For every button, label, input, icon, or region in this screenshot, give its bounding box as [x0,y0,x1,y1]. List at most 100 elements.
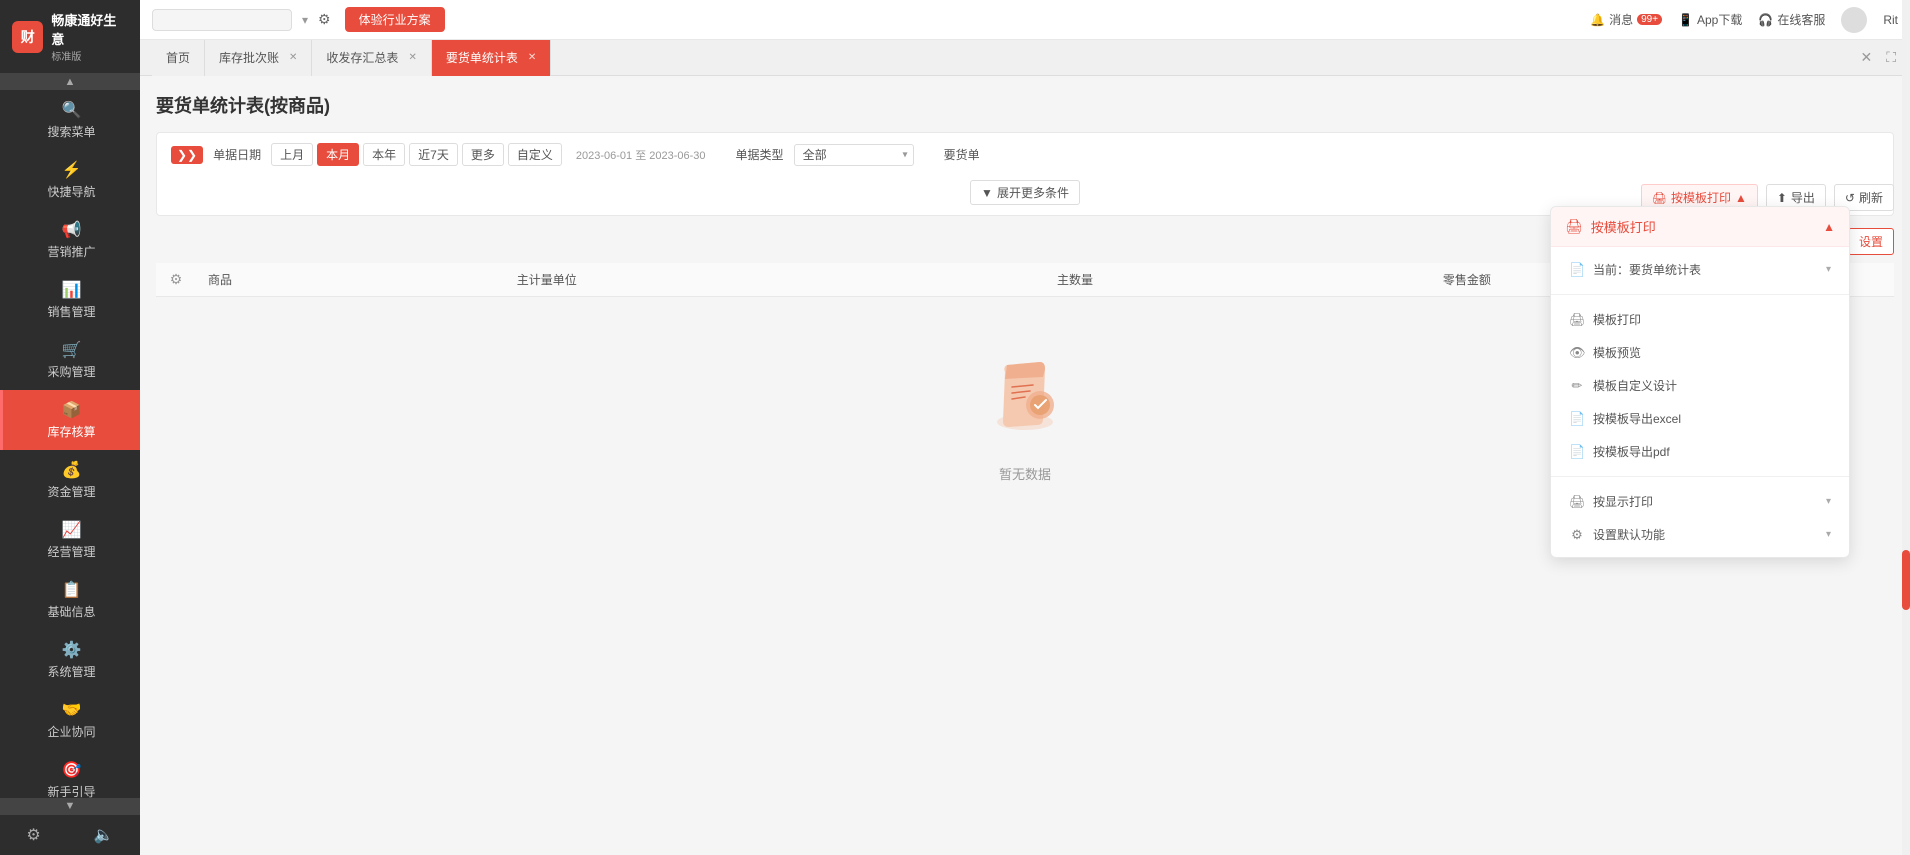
current-doc-icon: 📄 [1569,262,1585,278]
sidebar-item-purchase[interactable]: 🛒 采购管理 [0,330,140,390]
display-print-label: 按显示打印 [1593,493,1653,510]
sidebar-scroll-down[interactable]: ▼ [0,798,140,814]
dropdown-current-item[interactable]: 📄 当前：要货单统计表 ▾ [1551,253,1849,286]
sidebar-item-system[interactable]: ⚙️ 系统管理 [0,630,140,690]
th-goods: 商品 [196,263,505,297]
sidebar-item-finance[interactable]: 💰 资金管理 [0,450,140,510]
template-print-label: 按模板打印 [1671,189,1731,206]
inventory-label: 库存核算 [47,423,95,440]
promo-button[interactable]: 体验行业方案 [345,7,445,32]
tab-home[interactable]: 首页 [152,40,205,76]
sidebar-item-basic-info[interactable]: 📋 基础信息 [0,570,140,630]
display-print-arrow: ▾ [1826,496,1831,507]
template-print-label: 模板打印 [1593,311,1641,328]
export-pdf-icon: 📄 [1569,444,1585,460]
sidebar-item-sales[interactable]: 📊 销售管理 [0,270,140,330]
settings-icon[interactable]: ⚙ [26,825,40,845]
online-service-item[interactable]: 🎧 在线客服 [1758,11,1825,28]
basic-info-icon: 📋 [62,580,82,600]
finance-label: 资金管理 [47,483,95,500]
export-excel-label: 按模板导出excel [1593,410,1681,427]
close-tab-icon[interactable]: ✕ [1854,47,1878,68]
settings-button[interactable]: 设置 [1848,228,1894,255]
right-scrollbar[interactable] [1902,0,1910,855]
tabbar: 首页库存批次账✕收发存汇总表✕ 要货单统计表 ✕ ✕ ⛶ [140,40,1910,76]
user-name[interactable]: Rit [1883,13,1898,27]
refresh-icon: ↺ [1845,191,1855,205]
date-btn-上月[interactable]: 上月 [271,143,313,166]
sidebar-item-enterprise[interactable]: 🤝 企业协同 [0,690,140,750]
tab-close-collect-summary[interactable]: ✕ [408,52,416,63]
filter-bar: ❯❯ 单据日期 上月本月本年近7天更多自定义 2023-06-01 至 2023… [156,132,1894,216]
th-unit: 主计量单位 [505,263,1045,297]
date-btn-更多[interactable]: 更多 [462,143,504,166]
notifications-item[interactable]: 🔔 消息 99+ [1590,11,1662,28]
dropdown-bottom-display-print[interactable]: 🖨 按显示打印 ▾ [1551,485,1849,518]
dropdown-divider-2 [1551,476,1849,477]
export-icon: ⬆ [1777,191,1787,205]
basic-info-label: 基础信息 [47,603,95,620]
phone-icon: 📱 [1678,13,1693,27]
date-btn-自定义[interactable]: 自定义 [508,143,562,166]
marketing-icon: 📢 [62,220,82,240]
th-settings[interactable]: ⚙ [156,263,196,297]
maximize-icon[interactable]: ⛶ [1880,47,1902,68]
sales-icon: 📊 [62,280,82,300]
tab-close-order-stats[interactable]: ✕ [528,52,536,63]
dropdown-item-template-print[interactable]: 🖨 模板打印 [1551,303,1849,336]
inventory-icon: 📦 [62,400,82,420]
export-excel-icon: 📄 [1569,411,1585,427]
sidebar-item-search-menu[interactable]: 🔍 搜索菜单 [0,90,140,150]
date-btn-本月[interactable]: 本月 [317,143,359,166]
sidebar-scroll-up[interactable]: ▲ [0,74,140,90]
dropdown-header[interactable]: 🖨 按模板打印 ▲ [1551,207,1849,247]
order-type-select[interactable]: 全部 [794,144,914,166]
dropdown-chevron-icon: ▲ [1823,220,1835,234]
print-icon: 🖨 [1652,191,1667,205]
sidebar-item-quick-nav[interactable]: ⚡ 快捷导航 [0,150,140,210]
topbar-dropdown-icon[interactable]: ▾ [302,13,308,27]
tab-close-inventory-batch[interactable]: ✕ [289,52,297,63]
sidebar: 财 畅康通好生意 标准版 ▲ 🔍 搜索菜单 ⚡ 快捷导航 📢 营销推广 📊 销售… [0,0,140,855]
sidebar-item-operations[interactable]: 📈 经营管理 [0,510,140,570]
expand-filter-button[interactable]: ▼ 展开更多条件 [970,180,1080,205]
app-download-label: App下载 [1697,11,1742,28]
dropdown-divider-1 [1551,294,1849,295]
tab-inventory-batch[interactable]: 库存批次账✕ [205,40,312,76]
empty-text: 暂无数据 [999,464,1051,483]
system-label: 系统管理 [47,663,95,680]
sidebar-item-inventory[interactable]: 📦 库存核算 [0,390,140,450]
filter-expand-icon[interactable]: ❯❯ [171,146,203,164]
finance-icon: 💰 [62,460,82,480]
user-avatar[interactable] [1841,7,1867,33]
dropdown-item-export-excel[interactable]: 📄 按模板导出excel [1551,402,1849,435]
tab-order-stats[interactable]: 要货单统计表 ✕ [432,40,551,76]
dropdown-item-template-preview[interactable]: 👁 模板预览 [1551,336,1849,369]
dropdown-bottom-section: 🖨 按显示打印 ▾ ⚙ 设置默认功能 ▾ [1551,479,1849,557]
notification-badge: 99+ [1637,14,1662,25]
dropdown-title: 按模板打印 [1591,217,1656,236]
date-filter-buttons: 上月本月本年近7天更多自定义 [271,143,562,166]
expand-icon: ▼ [981,186,993,200]
date-btn-近7天[interactable]: 近7天 [409,143,458,166]
operations-icon: 📈 [62,520,82,540]
app-download-item[interactable]: 📱 App下载 [1678,11,1742,28]
printer-icon: 🖨 [1565,218,1583,235]
dropdown-item-export-pdf[interactable]: 📄 按模板导出pdf [1551,435,1849,468]
dropdown-item-template-design[interactable]: ✏ 模板自定义设计 [1551,369,1849,402]
column-settings-icon[interactable]: ⚙ [170,271,183,287]
sidebar-item-marketing[interactable]: 📢 营销推广 [0,210,140,270]
audio-icon[interactable]: 🔈 [94,825,114,845]
topbar-gear-icon[interactable]: ⚙ [318,11,331,28]
search-input[interactable] [152,9,292,31]
date-btn-本年[interactable]: 本年 [363,143,405,166]
current-arrow-icon: ▾ [1826,264,1831,275]
app-title: 畅康通好生意 [51,10,128,48]
set-default-label: 设置默认功能 [1593,526,1665,543]
tab-label-order-stats: 要货单统计表 [446,49,518,66]
filter-expand-row: ▼ 展开更多条件 [171,174,1879,205]
sidebar-item-newbie[interactable]: 🎯 新手引导 [0,750,140,798]
display-print-left: 🖨 按显示打印 [1569,493,1653,510]
dropdown-bottom-set-default[interactable]: ⚙ 设置默认功能 ▾ [1551,518,1849,551]
tab-collect-summary[interactable]: 收发存汇总表✕ [312,40,431,76]
